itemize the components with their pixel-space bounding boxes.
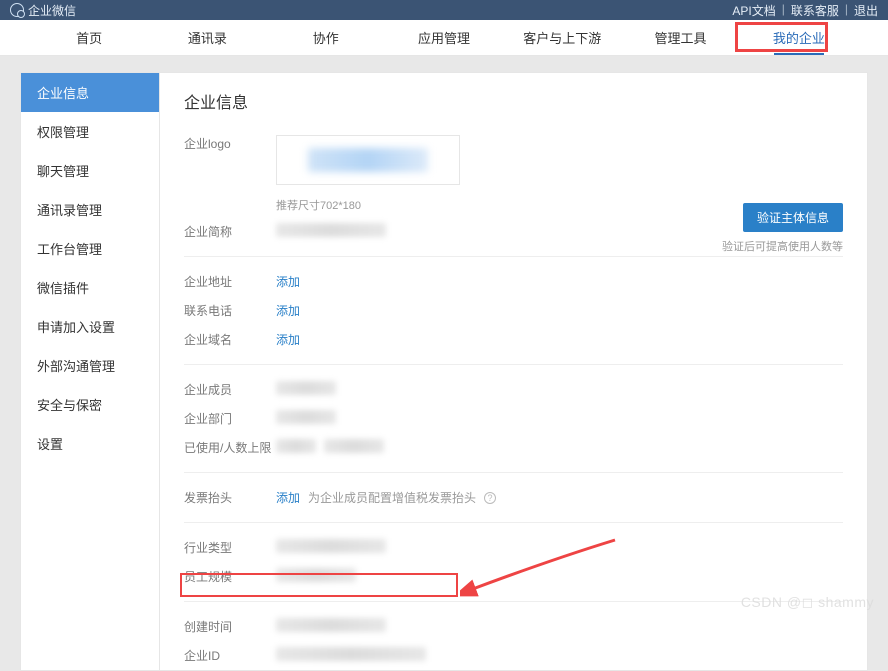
navbar: 首页 通讯录 协作 应用管理 客户与上下游 管理工具 我的企业	[0, 20, 888, 56]
brand-text: 企业微信	[28, 2, 76, 19]
tab-my-company[interactable]: 我的企业	[740, 20, 858, 55]
redacted-scale	[276, 568, 356, 582]
redacted-limit	[324, 439, 384, 453]
divider	[184, 601, 843, 602]
row-phone: 联系电话 添加	[184, 296, 843, 325]
logo-preview[interactable]	[276, 135, 460, 185]
sidebar-item-security[interactable]: 安全与保密	[21, 385, 159, 424]
sidebar-item-external[interactable]: 外部沟通管理	[21, 346, 159, 385]
row-depts: 企业部门	[184, 404, 843, 433]
tab-collab[interactable]: 协作	[267, 20, 385, 55]
divider	[184, 522, 843, 523]
label-corp-id: 企业ID	[184, 647, 276, 664]
add-domain-link[interactable]: 添加	[276, 331, 300, 348]
tab-home[interactable]: 首页	[30, 20, 148, 55]
logout-link[interactable]: 退出	[854, 2, 878, 19]
page-title: 企业信息	[184, 89, 843, 113]
add-address-link[interactable]: 添加	[276, 273, 300, 290]
row-staff-scale: 员工规模	[184, 562, 843, 591]
label-invoice: 发票抬头	[184, 489, 276, 506]
label-shortname: 企业简称	[184, 223, 276, 240]
redacted-corp-id	[276, 647, 426, 661]
sidebar-item-chat[interactable]: 聊天管理	[21, 151, 159, 190]
invoice-hint: 为企业成员配置增值税发票抬头	[308, 489, 476, 506]
label-staff-scale: 员工规模	[184, 568, 276, 585]
redacted-shortname	[276, 223, 386, 237]
redacted-create-time	[276, 618, 386, 632]
verify-block: 验证主体信息 验证后可提高使用人数等	[722, 203, 843, 254]
row-industry: 行业类型	[184, 533, 843, 562]
add-phone-link[interactable]: 添加	[276, 302, 300, 319]
content: 企业信息 权限管理 聊天管理 通讯录管理 工作台管理 微信插件 申请加入设置 外…	[0, 56, 888, 671]
tab-contacts[interactable]: 通讯录	[148, 20, 266, 55]
label-phone: 联系电话	[184, 302, 276, 319]
row-members: 企业成员	[184, 375, 843, 404]
label-address: 企业地址	[184, 273, 276, 290]
divider	[184, 472, 843, 473]
sidebar-item-corp-info[interactable]: 企业信息	[21, 73, 159, 112]
separator: |	[845, 2, 848, 19]
panel-corp-info: 企业信息 企业logo 推荐尺寸702*180 企业简称 验证主体信息 验证后可…	[160, 72, 868, 671]
add-invoice-link[interactable]: 添加	[276, 489, 300, 506]
tab-admin[interactable]: 管理工具	[621, 20, 739, 55]
label-create-time: 创建时间	[184, 618, 276, 635]
topbar: 企业微信 API文档 | 联系客服 | 退出	[0, 0, 888, 20]
sidebar-item-wechat-plugin[interactable]: 微信插件	[21, 268, 159, 307]
redacted-depts	[276, 410, 336, 424]
redacted-industry	[276, 539, 386, 553]
tab-customers[interactable]: 客户与上下游	[503, 20, 621, 55]
label-logo: 企业logo	[184, 135, 276, 152]
row-domain: 企业域名 添加	[184, 325, 843, 354]
topbar-links: API文档 | 联系客服 | 退出	[732, 2, 878, 19]
label-used-limit: 已使用/人数上限	[184, 439, 276, 456]
tab-apps[interactable]: 应用管理	[385, 20, 503, 55]
sidebar-item-permission[interactable]: 权限管理	[21, 112, 159, 151]
sidebar: 企业信息 权限管理 聊天管理 通讯录管理 工作台管理 微信插件 申请加入设置 外…	[20, 72, 160, 671]
divider	[184, 256, 843, 257]
logo-hint: 推荐尺寸702*180	[276, 197, 361, 213]
divider	[184, 364, 843, 365]
sidebar-item-workspace[interactable]: 工作台管理	[21, 229, 159, 268]
separator: |	[782, 2, 785, 19]
redacted-used	[276, 439, 316, 453]
wework-logo-icon	[10, 3, 24, 17]
row-corp-id: 企业ID	[184, 641, 843, 670]
row-invoice: 发票抬头 添加 为企业成员配置增值税发票抬头 ?	[184, 483, 843, 512]
verify-hint: 验证后可提高使用人数等	[722, 238, 843, 254]
brand: 企业微信	[10, 2, 76, 19]
label-industry: 行业类型	[184, 539, 276, 556]
redacted-logo	[308, 148, 428, 172]
label-members: 企业成员	[184, 381, 276, 398]
verify-button[interactable]: 验证主体信息	[743, 203, 843, 232]
support-link[interactable]: 联系客服	[791, 2, 839, 19]
redacted-members	[276, 381, 336, 395]
row-address: 企业地址 添加	[184, 267, 843, 296]
help-icon[interactable]: ?	[484, 492, 496, 504]
label-depts: 企业部门	[184, 410, 276, 427]
api-docs-link[interactable]: API文档	[732, 2, 775, 19]
sidebar-item-settings[interactable]: 设置	[21, 424, 159, 463]
row-used-limit: 已使用/人数上限	[184, 433, 843, 462]
row-create-time: 创建时间	[184, 612, 843, 641]
label-domain: 企业域名	[184, 331, 276, 348]
sidebar-item-join-settings[interactable]: 申请加入设置	[21, 307, 159, 346]
sidebar-item-contacts[interactable]: 通讯录管理	[21, 190, 159, 229]
